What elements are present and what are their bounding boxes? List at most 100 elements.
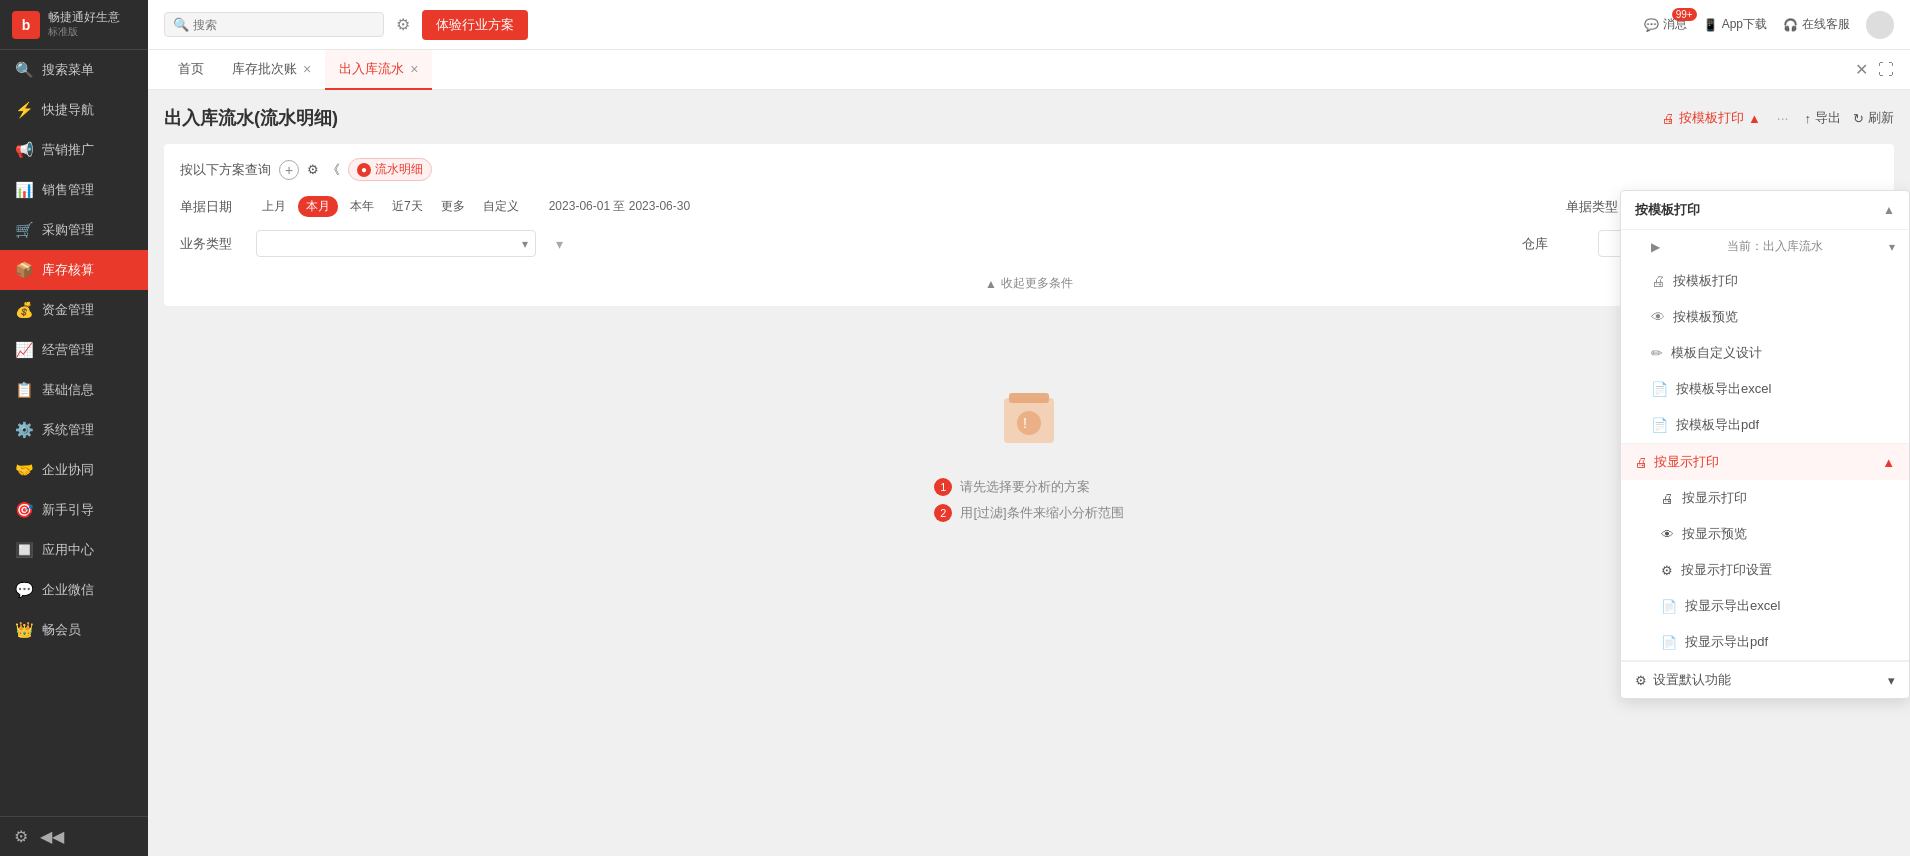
dropdown-display-print[interactable]: 🖨按显示打印 (1621, 480, 1909, 516)
filter-tag[interactable]: ● 流水明细 (348, 158, 432, 181)
sidebar-settings-icon[interactable]: ⚙ (14, 827, 28, 846)
close-button[interactable]: ✕ (1855, 60, 1868, 79)
date-tab-近7天[interactable]: 近7天 (386, 196, 429, 217)
business-type-select[interactable] (256, 230, 536, 257)
date-tab-上月[interactable]: 上月 (256, 196, 292, 217)
content-area: 出入库流水(流水明细) 🖨 按模板打印 ▲ ··· ↑ 导出 ↻ 刷新 (148, 90, 1910, 856)
sidebar-icon-member: 👑 (14, 620, 34, 640)
sidebar-item-purchase[interactable]: 🛒采购管理 (0, 210, 148, 250)
dropdown-template-custom[interactable]: ✏模板自定义设计 (1621, 335, 1909, 371)
sidebar-label-search: 搜索菜单 (42, 61, 94, 79)
sidebar-label-wechat: 企业微信 (42, 581, 94, 599)
display-preview-icon: 👁 (1661, 527, 1674, 542)
filter-collapse-icon[interactable]: 《 (327, 161, 340, 179)
sidebar-item-finance[interactable]: 💰资金管理 (0, 290, 148, 330)
dropdown-footer[interactable]: ⚙ 设置默认功能 ▾ (1621, 661, 1909, 698)
sidebar-item-system[interactable]: ⚙️ 系统管理 (0, 410, 148, 450)
template-print-icon: 🖨 (1651, 273, 1665, 289)
dropdown-template-preview[interactable]: 👁按模板预览 (1621, 299, 1909, 335)
display-print-icon: 🖨 (1661, 491, 1674, 506)
sidebar-icon-app-center: 🔲 (14, 540, 34, 560)
sidebar-bottom: ⚙ ◀◀ (0, 816, 148, 856)
date-tab-更多[interactable]: 更多 (435, 196, 471, 217)
dropdown-header[interactable]: 按模板打印 ▲ (1621, 191, 1909, 230)
online-service-button[interactable]: 🎧 在线客服 (1783, 16, 1850, 33)
tab-bar: 首页库存批次账 ×出入库流水 × ✕ ⛶ (148, 50, 1910, 90)
empty-step-1: 1 请先选择要分析的方案 (934, 478, 1123, 496)
app-logo-icon: b (12, 11, 40, 39)
template-custom-icon: ✏ (1651, 345, 1663, 361)
sidebar-item-collab[interactable]: 🤝企业协同 (0, 450, 148, 490)
tab-home[interactable]: 首页 (164, 50, 218, 90)
tab-flow[interactable]: 出入库流水 × (325, 50, 432, 90)
export-button[interactable]: ↑ 导出 (1805, 109, 1842, 127)
sidebar-item-wechat[interactable]: 💬企业微信 (0, 570, 148, 610)
dropdown-display-export-excel[interactable]: 📄按显示导出excel (1621, 588, 1909, 624)
sidebar-label-sales: 销售管理 (42, 181, 94, 199)
sidebar-item-operations[interactable]: 📈经营管理 (0, 330, 148, 370)
empty-icon: ! (989, 378, 1069, 458)
dropdown-display-preview[interactable]: 👁按显示预览 (1621, 516, 1909, 552)
more-options-icon[interactable]: ··· (1773, 110, 1793, 126)
sidebar-icon-operations: 📈 (14, 340, 34, 360)
sidebar-item-guide[interactable]: 🎯新手引导 (0, 490, 148, 530)
sidebar-icon-sales: 📊 (14, 180, 34, 200)
sidebar-item-quick-nav[interactable]: ⚡快捷导航 (0, 90, 148, 130)
avatar[interactable] (1866, 11, 1894, 39)
maximize-button[interactable]: ⛶ (1878, 61, 1894, 79)
refresh-button[interactable]: ↻ 刷新 (1853, 109, 1894, 127)
business-type-wrap (256, 230, 536, 257)
sidebar-item-member[interactable]: 👑 畅会员 (0, 610, 148, 650)
sidebar-icon-marketing: 📢 (14, 140, 34, 160)
empty-step-2: 2 用[过滤]条件来缩小分析范围 (934, 504, 1123, 522)
sidebar-icon-system: ⚙️ (14, 420, 34, 440)
filter-add-button[interactable]: + (279, 160, 299, 180)
tab-batch[interactable]: 库存批次账 × (218, 50, 325, 90)
search-icon: 🔍 (173, 17, 189, 32)
chevron-up-icon: ▲ (985, 277, 997, 291)
app-download-button[interactable]: 📱 App下载 (1703, 16, 1767, 33)
sidebar-item-sales[interactable]: 📊 销售管理 (0, 170, 148, 210)
date-tab-本年[interactable]: 本年 (344, 196, 380, 217)
sidebar-item-basic[interactable]: 📋 基础信息 (0, 370, 148, 410)
dropdown-template-export-excel[interactable]: 📄按模板导出excel (1621, 371, 1909, 407)
sidebar-item-search[interactable]: 🔍搜索菜单 (0, 50, 148, 90)
dropdown-display-settings[interactable]: ⚙按显示打印设置 (1621, 552, 1909, 588)
trial-button[interactable]: 体验行业方案 (422, 10, 528, 40)
settings-default-icon: ⚙ (1635, 673, 1647, 688)
dropdown-display-export-pdf[interactable]: 📄按显示导出pdf (1621, 624, 1909, 660)
sidebar-logo: b 畅捷通好生意 标准版 (0, 0, 148, 50)
search-input[interactable] (193, 18, 375, 32)
dropdown-display-section[interactable]: 🖨 按显示打印 ▲ (1621, 444, 1909, 480)
dropdown-template-export-pdf[interactable]: 📄按模板导出pdf (1621, 407, 1909, 443)
sidebar-label-finance: 资金管理 (42, 301, 94, 319)
tab-close-flow[interactable]: × (410, 61, 418, 77)
sidebar-item-app-center[interactable]: 🔲 应用中心 (0, 530, 148, 570)
search-box[interactable]: 🔍 (164, 12, 384, 37)
date-tab-本月[interactable]: 本月 (298, 196, 338, 217)
topbar: 🔍 ⚙ 体验行业方案 💬 消息 99+ 📱 App下载 🎧 在线客服 (148, 0, 1910, 50)
sidebar-item-inventory[interactable]: 📦库存核算 (0, 250, 148, 290)
topbar-search: 🔍 (164, 12, 384, 37)
date-tab-自定义[interactable]: 自定义 (477, 196, 525, 217)
template-export-pdf-icon: 📄 (1651, 417, 1668, 433)
collapse-button[interactable]: ▲ 收起更多条件 (985, 275, 1073, 292)
sidebar-label-member: 畅会员 (42, 621, 81, 639)
sidebar-item-marketing[interactable]: 📢营销推广 (0, 130, 148, 170)
dropdown-template-print[interactable]: 🖨按模板打印 (1621, 263, 1909, 299)
tab-close-batch[interactable]: × (303, 61, 311, 77)
sidebar-label-purchase: 采购管理 (42, 221, 94, 239)
filter-settings-icon[interactable]: ⚙ (307, 162, 319, 177)
message-button[interactable]: 💬 消息 99+ (1644, 16, 1687, 33)
sidebar-icon-basic: 📋 (14, 380, 34, 400)
settings-icon[interactable]: ⚙ (396, 15, 410, 34)
filter-header: 按以下方案查询 + ⚙ 《 ● 流水明细 (180, 158, 1878, 181)
template-print-button[interactable]: 🖨 按模板打印 ▲ (1662, 109, 1761, 127)
message-icon: 💬 (1644, 18, 1659, 32)
sidebar-label-system: 系统管理 (42, 421, 94, 439)
template-preview-icon: 👁 (1651, 309, 1665, 325)
sidebar-label-app-center: 应用中心 (42, 541, 94, 559)
tag-icon: ● (357, 163, 371, 177)
sidebar-collapse-icon[interactable]: ◀◀ (40, 827, 64, 846)
sidebar-label-basic: 基础信息 (42, 381, 94, 399)
